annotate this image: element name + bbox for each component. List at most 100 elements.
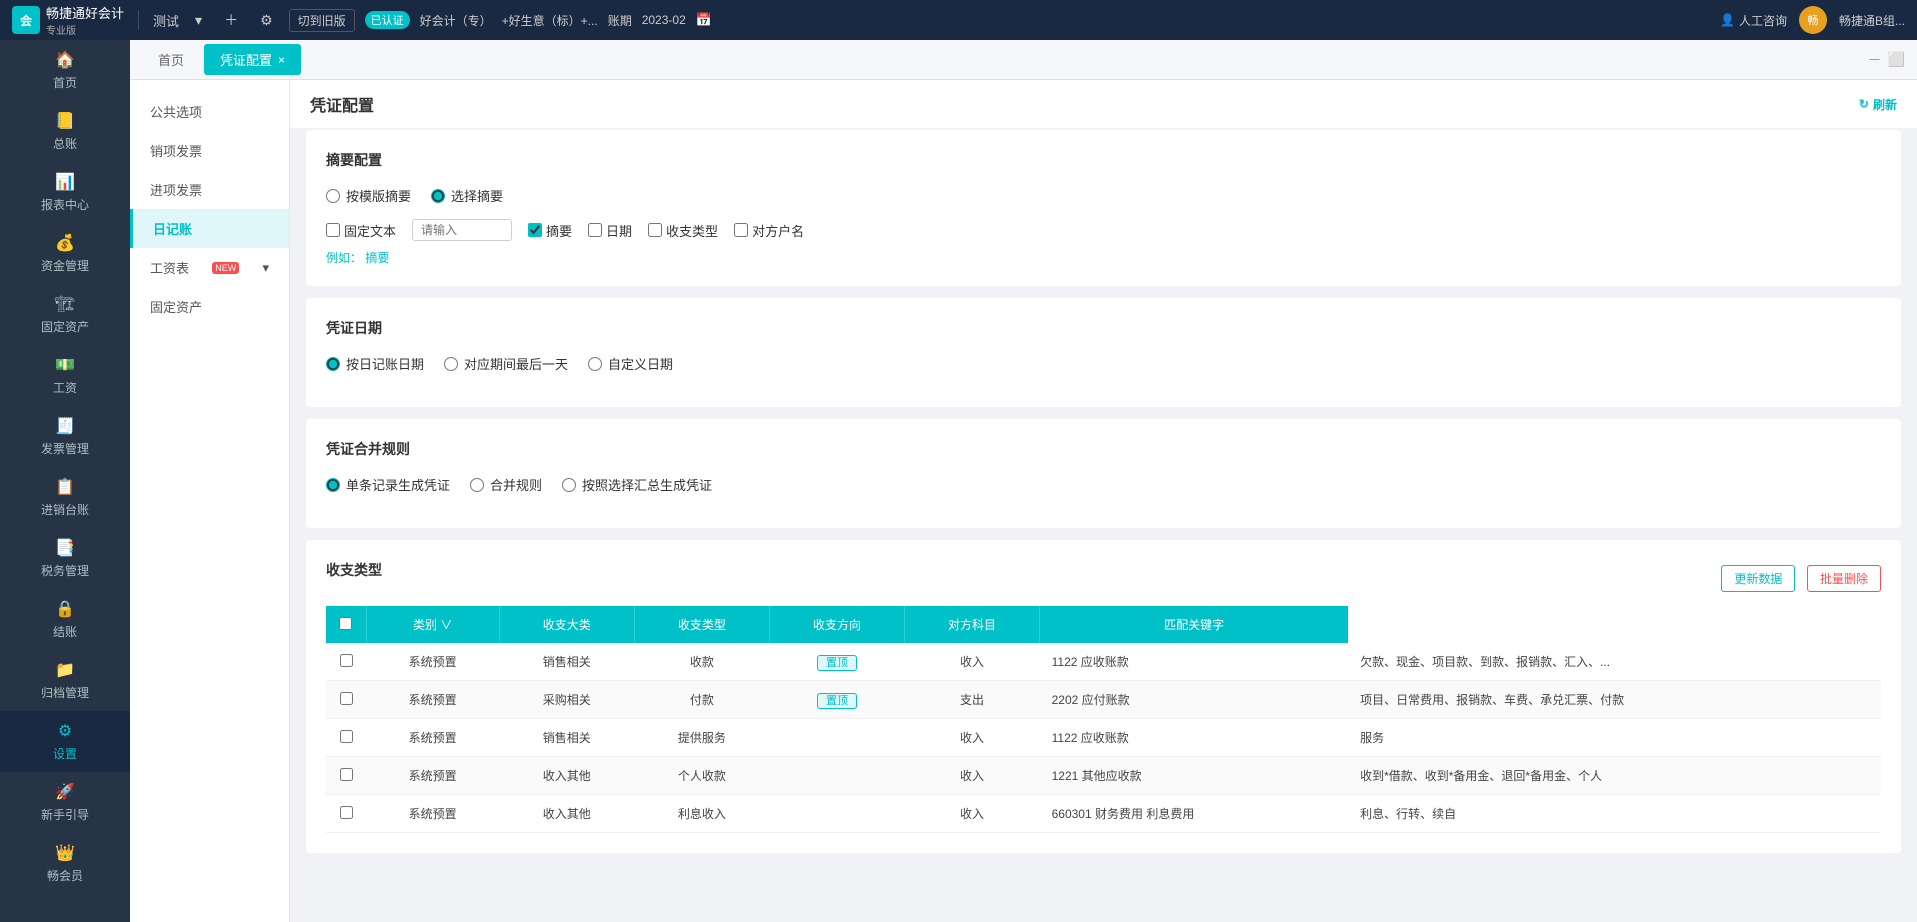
left-nav-public[interactable]: 公共选项: [130, 92, 289, 131]
checkbox-date[interactable]: 日期: [588, 221, 632, 240]
sidebar-item-guide[interactable]: 🚀 新手引导: [0, 772, 130, 833]
radio-journal-date[interactable]: 按日记账日期: [326, 354, 424, 373]
dropdown-btn[interactable]: ▾: [189, 10, 208, 31]
sidebar-item-tax[interactable]: 📑 税务管理: [0, 528, 130, 589]
radio-journal-date-input[interactable]: [326, 357, 340, 371]
summary-checkbox-input[interactable]: [528, 223, 542, 237]
radio-period-last[interactable]: 对应期间最后一天: [444, 354, 568, 373]
counterparty-label: 对方户名: [752, 221, 804, 240]
switch-version-btn[interactable]: 切到旧版: [289, 9, 355, 32]
sidebar-item-ledger[interactable]: 📒 总账: [0, 101, 130, 162]
maximize-btn[interactable]: ⬜: [1888, 50, 1905, 70]
row3-checkbox[interactable]: [340, 730, 353, 743]
fixed-text-input[interactable]: [412, 219, 512, 241]
checkbox-fixed-text[interactable]: 固定文本: [326, 221, 396, 240]
sidebar-item-payroll[interactable]: 💵 工资: [0, 345, 130, 406]
row5-category: 系统预置: [366, 795, 499, 833]
radio-select-input[interactable]: [431, 189, 445, 203]
left-nav-sales-invoice[interactable]: 销项发票: [130, 131, 289, 170]
tab-home[interactable]: 首页: [142, 44, 200, 75]
radio-single-label: 单条记录生成凭证: [346, 475, 450, 494]
sidebar-item-reports[interactable]: 📊 报表中心: [0, 162, 130, 223]
tab-right-actions: － ⬜: [1868, 50, 1905, 70]
left-nav-payroll-sheet[interactable]: 工资表 NEW ▾: [130, 248, 289, 287]
select-all-checkbox[interactable]: [339, 617, 352, 630]
col-category: 类别 ∨: [366, 606, 499, 643]
checkbox-summary[interactable]: 摘要: [528, 221, 572, 240]
update-data-btn[interactable]: 更新数据: [1721, 565, 1795, 592]
sidebar-item-member[interactable]: 👑 畅会员: [0, 833, 130, 894]
invoice-icon: 🧾: [55, 416, 75, 436]
row5-checkbox[interactable]: [340, 806, 353, 819]
settings-btn[interactable]: ⚙: [254, 10, 279, 31]
settings-icon: ⚙: [58, 721, 72, 741]
radio-merge[interactable]: 合并规则: [470, 475, 542, 494]
left-nav-purchase-invoice[interactable]: 进项发票: [130, 170, 289, 209]
sales-icon: 📋: [55, 477, 75, 497]
sidebar-item-home[interactable]: 🏠 首页: [0, 40, 130, 101]
sidebar-item-sales[interactable]: 📋 进销台账: [0, 467, 130, 528]
sidebar-item-funds[interactable]: 💰 资金管理: [0, 223, 130, 284]
funds-icon: 💰: [55, 233, 75, 253]
tab-bar: 首页 凭证配置 × － ⬜: [130, 40, 1917, 80]
row2-match-keyword: 项目、日常费用、报销款、车费、承兑汇票、付款: [1348, 681, 1881, 719]
page-title: 凭证配置: [310, 92, 374, 116]
tax-icon: 📑: [55, 538, 75, 558]
refresh-label: 刷新: [1873, 96, 1897, 113]
sidebar-item-closing[interactable]: 🔒 结账: [0, 589, 130, 650]
radio-merge-input[interactable]: [470, 478, 484, 492]
row4-checkbox[interactable]: [340, 768, 353, 781]
page-content: 公共选项 销项发票 进项发票 日记账 工资表 NEW ▾ 固定资产: [130, 80, 1917, 922]
summary-title: 摘要配置: [326, 150, 1881, 170]
tab-voucher-config[interactable]: 凭证配置 ×: [204, 44, 301, 75]
left-nav-label-sales-invoice: 销项发票: [150, 141, 202, 160]
col-checkbox: [326, 606, 366, 643]
minimize-btn[interactable]: －: [1868, 50, 1882, 70]
checkbox-type[interactable]: 收支类型: [648, 221, 718, 240]
radio-template[interactable]: 按模版摘要: [326, 186, 411, 205]
left-nav-journal[interactable]: 日记账: [130, 209, 289, 248]
checkbox-counterparty[interactable]: 对方户名: [734, 221, 804, 240]
type-checkbox-input[interactable]: [648, 223, 662, 237]
tab-close-btn[interactable]: ×: [278, 53, 285, 67]
counterparty-checkbox-input[interactable]: [734, 223, 748, 237]
tag[interactable]: 置顶: [817, 655, 857, 671]
row5-type: 利息收入: [634, 795, 769, 833]
radio-template-input[interactable]: [326, 189, 340, 203]
col-direction: 收支方向: [769, 606, 904, 643]
sidebar-item-archive[interactable]: 📁 归档管理: [0, 650, 130, 711]
refresh-btn[interactable]: ↻ 刷新: [1859, 96, 1897, 113]
radio-single[interactable]: 单条记录生成凭证: [326, 475, 450, 494]
left-nav-label-journal: 日记账: [153, 219, 192, 238]
add-btn[interactable]: ＋: [218, 8, 244, 32]
radio-select[interactable]: 选择摘要: [431, 186, 503, 205]
row2-checkbox[interactable]: [340, 692, 353, 705]
left-nav-fixed-assets[interactable]: 固定资产: [130, 287, 289, 326]
new-badge: NEW: [212, 262, 239, 274]
radio-period-last-input[interactable]: [444, 357, 458, 371]
radio-single-input[interactable]: [326, 478, 340, 492]
fixed-text-checkbox[interactable]: [326, 223, 340, 237]
sidebar-item-settings[interactable]: ⚙ 设置: [0, 711, 130, 772]
sidebar-label-guide: 新手引导: [41, 806, 89, 823]
period-value: 2023-02: [642, 13, 686, 27]
sidebar-item-assets[interactable]: 🏗 固定资产: [0, 284, 130, 345]
radio-merge-label: 合并规则: [490, 475, 542, 494]
sidebar-item-invoice-mgmt[interactable]: 🧾 发票管理: [0, 406, 130, 467]
sidebar-label-member: 畅会员: [47, 867, 83, 884]
tag[interactable]: 置顶: [817, 693, 857, 709]
row1-direction: 收入: [905, 643, 1040, 681]
radio-custom-date-input[interactable]: [588, 357, 602, 371]
radio-custom-date[interactable]: 自定义日期: [588, 354, 673, 373]
date-checkbox-input[interactable]: [588, 223, 602, 237]
refresh-icon: ↻: [1859, 97, 1869, 111]
radio-select-total[interactable]: 按照选择汇总生成凭证: [562, 475, 712, 494]
batch-delete-btn[interactable]: 批量删除: [1807, 565, 1881, 592]
help-btn[interactable]: 👤 人工咨询: [1720, 12, 1787, 29]
sidebar-label-tax: 税务管理: [41, 562, 89, 579]
row4-contra-account: 1221 其他应收款: [1040, 757, 1348, 795]
date-title: 凭证日期: [326, 318, 1881, 338]
radio-select-total-input[interactable]: [562, 478, 576, 492]
row1-checkbox[interactable]: [340, 654, 353, 667]
row1-type-tag: 置顶: [769, 643, 904, 681]
